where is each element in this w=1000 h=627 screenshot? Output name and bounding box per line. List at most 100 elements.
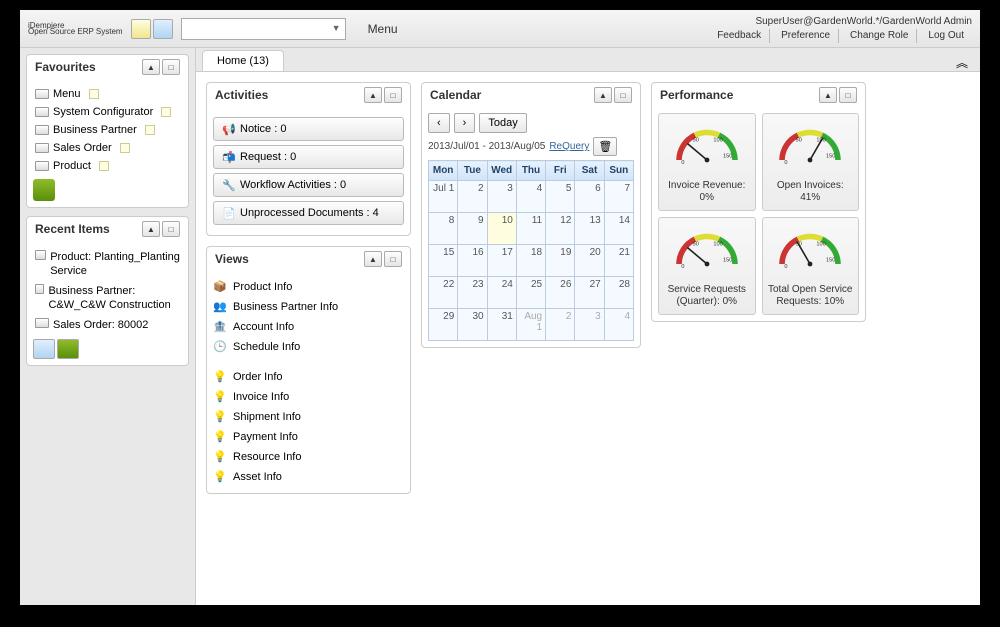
new-window-icon[interactable]: [145, 125, 155, 135]
toolbar-open-icon[interactable]: [153, 19, 173, 39]
activity-button[interactable]: 🔧Workflow Activities : 0: [213, 173, 404, 197]
new-window-icon[interactable]: [99, 161, 109, 171]
view-item[interactable]: 👥Business Partner Info: [213, 297, 404, 317]
cal-cell[interactable]: 5: [546, 181, 575, 213]
maximize-icon[interactable]: □: [162, 221, 180, 237]
gauge-card[interactable]: 50 100 150 0 Total Open Service Requests…: [762, 217, 860, 315]
collapse-chevron-icon[interactable]: ︽: [956, 54, 968, 71]
view-item[interactable]: 💡Shipment Info: [213, 407, 404, 427]
collapse-icon[interactable]: ▲: [142, 59, 160, 75]
link-preference[interactable]: Preference: [773, 29, 839, 43]
maximize-icon[interactable]: □: [162, 59, 180, 75]
cal-cell[interactable]: 17: [487, 245, 516, 277]
cal-cell[interactable]: 20: [575, 245, 604, 277]
collapse-icon[interactable]: ▲: [364, 87, 382, 103]
cal-cell[interactable]: 11: [516, 213, 545, 245]
cal-cell[interactable]: 19: [546, 245, 575, 277]
cal-cell[interactable]: 14: [604, 213, 633, 245]
new-window-icon[interactable]: [89, 89, 99, 99]
view-item[interactable]: 🏦Account Info: [213, 317, 404, 337]
cal-cell[interactable]: 16: [458, 245, 487, 277]
cal-cell[interactable]: 15: [429, 245, 458, 277]
link-change-role[interactable]: Change Role: [842, 29, 917, 43]
cal-cell[interactable]: 9: [458, 213, 487, 245]
new-window-icon[interactable]: [120, 143, 130, 153]
cal-cell[interactable]: 31: [487, 309, 516, 341]
cal-cell[interactable]: Jul 1: [429, 181, 458, 213]
toolbar-new-icon[interactable]: [131, 19, 151, 39]
recent-item[interactable]: Sales Order: 80002: [33, 315, 182, 335]
views-title: Views: [215, 252, 249, 266]
cal-cell[interactable]: 4: [604, 309, 633, 341]
maximize-icon[interactable]: □: [384, 87, 402, 103]
favourite-item[interactable]: System Configurator: [33, 103, 182, 121]
view-item[interactable]: 💡Asset Info: [213, 467, 404, 487]
cal-cell[interactable]: 23: [458, 277, 487, 309]
collapse-icon[interactable]: ▲: [142, 221, 160, 237]
view-item[interactable]: 🕒Schedule Info: [213, 337, 404, 357]
activity-button[interactable]: 📄Unprocessed Documents : 4: [213, 201, 404, 225]
recent-item[interactable]: Product: Planting_Planting Service: [33, 247, 182, 281]
toolbar-buttons: [131, 19, 173, 39]
cal-day-header: Sat: [575, 161, 604, 181]
view-icon: 👥: [213, 300, 227, 314]
gauge-card[interactable]: 50 100 150 0 Open Invoices: 41%: [762, 113, 860, 211]
cal-today-button[interactable]: Today: [479, 113, 526, 133]
cal-cell[interactable]: 4: [516, 181, 545, 213]
view-item[interactable]: 💡Invoice Info: [213, 387, 404, 407]
gauge-card[interactable]: 50 100 150 0 Invoice Revenue: 0%: [658, 113, 756, 211]
cal-cell[interactable]: 8: [429, 213, 458, 245]
recent-item[interactable]: Business Partner: C&W_C&W Construction: [33, 281, 182, 315]
trash-icon[interactable]: [33, 179, 55, 201]
cal-cell[interactable]: 3: [575, 309, 604, 341]
view-item[interactable]: 💡Payment Info: [213, 427, 404, 447]
cal-cell[interactable]: 6: [575, 181, 604, 213]
cal-cell[interactable]: Aug 1: [516, 309, 545, 341]
link-feedback[interactable]: Feedback: [709, 29, 770, 43]
activity-button[interactable]: 📬Request : 0: [213, 145, 404, 169]
favourite-item[interactable]: Product: [33, 157, 182, 175]
cal-cell[interactable]: 28: [604, 277, 633, 309]
search-combo[interactable]: [181, 18, 346, 40]
view-item[interactable]: 📦Product Info: [213, 277, 404, 297]
cal-cell[interactable]: 21: [604, 245, 633, 277]
cal-cell[interactable]: 18: [516, 245, 545, 277]
favourite-item[interactable]: Menu: [33, 85, 182, 103]
activity-button[interactable]: 📢Notice : 0: [213, 117, 404, 141]
cal-cell[interactable]: 10: [487, 213, 516, 245]
collapse-icon[interactable]: ▲: [819, 87, 837, 103]
cal-cell[interactable]: 29: [429, 309, 458, 341]
cal-delete-icon[interactable]: 🗑: [593, 137, 617, 156]
cal-cell[interactable]: 3: [487, 181, 516, 213]
collapse-icon[interactable]: ▲: [364, 251, 382, 267]
cal-cell[interactable]: 26: [546, 277, 575, 309]
cal-cell[interactable]: 25: [516, 277, 545, 309]
cal-cell[interactable]: 27: [575, 277, 604, 309]
cal-prev-button[interactable]: ‹: [428, 113, 450, 133]
cal-cell[interactable]: 2: [458, 181, 487, 213]
refresh-icon[interactable]: [33, 339, 55, 359]
maximize-icon[interactable]: □: [839, 87, 857, 103]
menu-button[interactable]: Menu: [356, 18, 410, 40]
view-item[interactable]: 💡Resource Info: [213, 447, 404, 467]
cal-requery-link[interactable]: ReQuery: [549, 141, 589, 152]
cal-next-button[interactable]: ›: [454, 113, 476, 133]
cal-cell[interactable]: 2: [546, 309, 575, 341]
cal-cell[interactable]: 24: [487, 277, 516, 309]
collapse-icon[interactable]: ▲: [594, 87, 612, 103]
gauge-card[interactable]: 50 100 150 0 Service Requests (Quarter):…: [658, 217, 756, 315]
tab-home[interactable]: Home (13): [202, 50, 284, 71]
cal-cell[interactable]: 13: [575, 213, 604, 245]
trash-icon[interactable]: [57, 339, 79, 359]
cal-cell[interactable]: 30: [458, 309, 487, 341]
view-item[interactable]: 💡Order Info: [213, 367, 404, 387]
maximize-icon[interactable]: □: [384, 251, 402, 267]
new-window-icon[interactable]: [161, 107, 171, 117]
cal-cell[interactable]: 12: [546, 213, 575, 245]
favourite-item[interactable]: Business Partner: [33, 121, 182, 139]
link-logout[interactable]: Log Out: [920, 29, 972, 43]
cal-cell[interactable]: 7: [604, 181, 633, 213]
maximize-icon[interactable]: □: [614, 87, 632, 103]
cal-cell[interactable]: 22: [429, 277, 458, 309]
favourite-item[interactable]: Sales Order: [33, 139, 182, 157]
